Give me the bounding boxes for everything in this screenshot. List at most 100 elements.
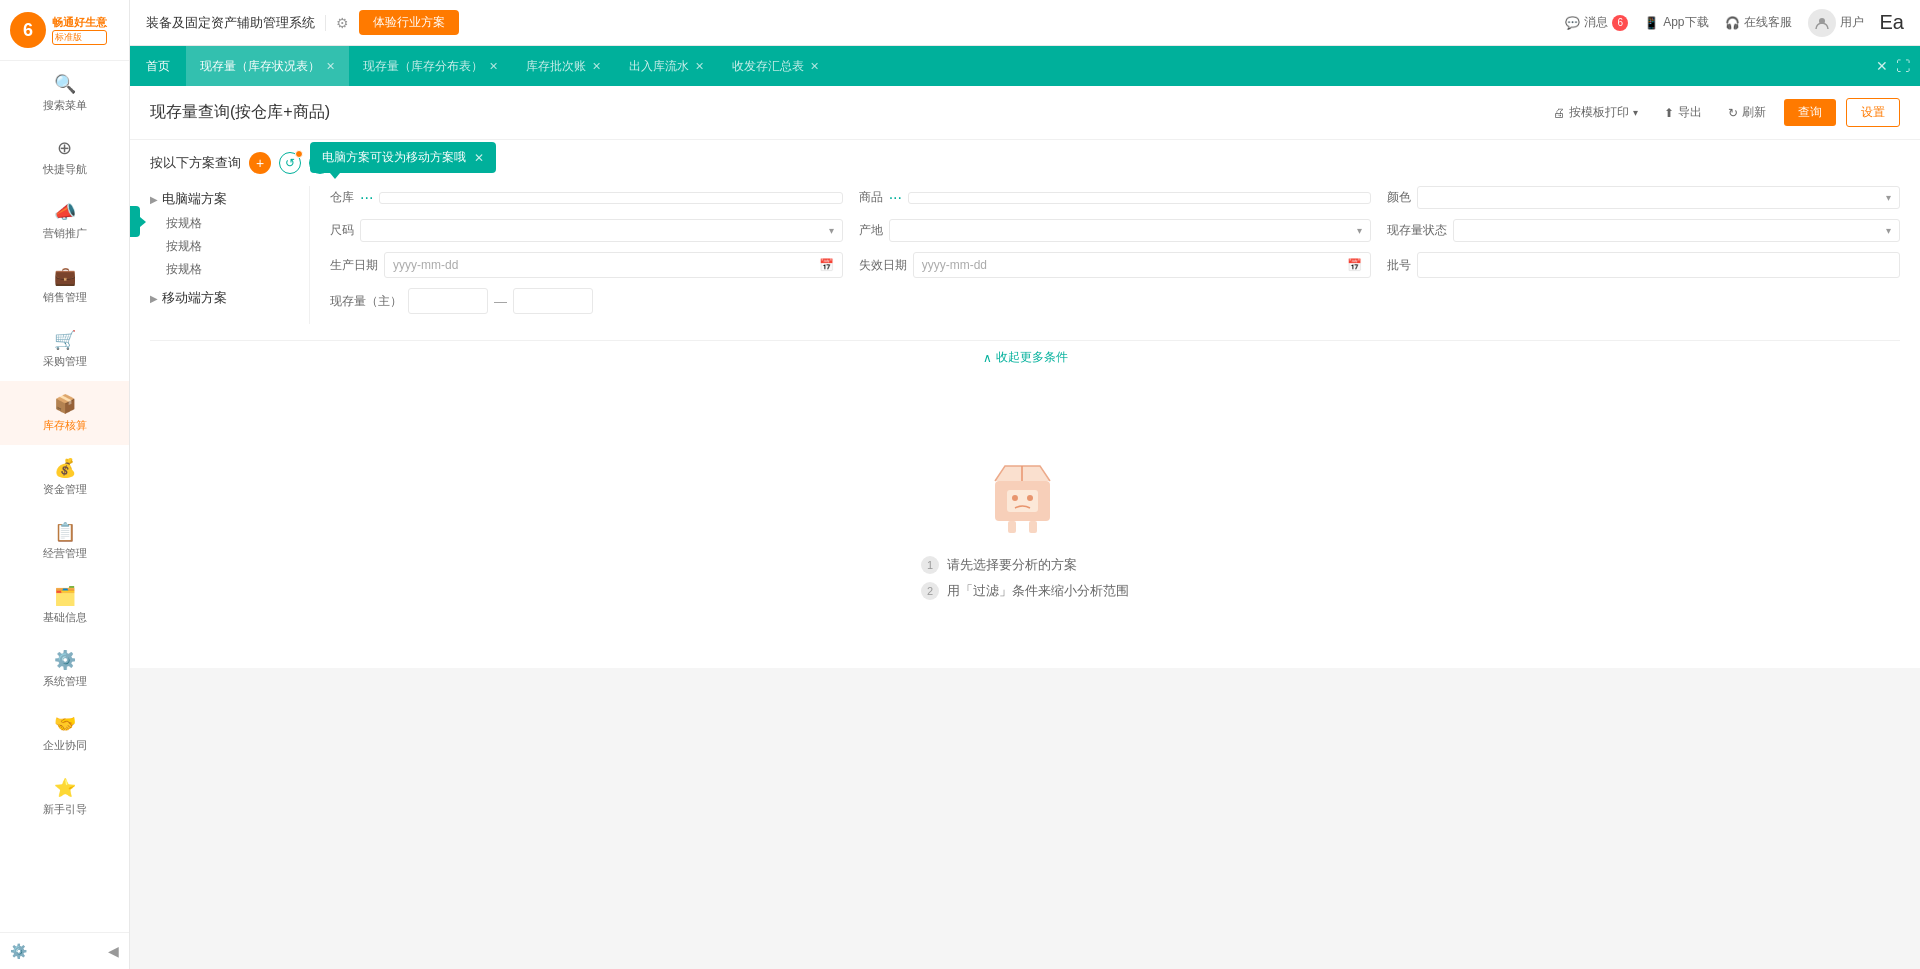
size-select-area[interactable]: ▾ [360,219,843,242]
template-print-btn[interactable]: 🖨 按模板打印 ▾ [1545,100,1646,125]
sidebar-item-basic[interactable]: 🗂️ 基础信息 [0,573,129,637]
newbie-icon: ⭐ [54,777,76,799]
sidebar-item-operations[interactable]: 📋 经营管理 [0,509,129,573]
headset-icon: 🎧 [1725,16,1740,30]
app-download-item[interactable]: 📱 App下载 [1644,14,1708,31]
refresh-btn[interactable]: ↻ 刷新 [1720,100,1774,125]
step-2-num: 2 [921,582,939,600]
sidebar-item-purchase[interactable]: 🛒 采购管理 [0,317,129,381]
online-support-item[interactable]: 🎧 在线客服 [1725,14,1792,31]
sidebar-item-sales[interactable]: 💼 销售管理 [0,253,129,317]
sidebar-item-inventory[interactable]: 📦 库存核算 [0,381,129,445]
svg-point-3 [1012,495,1018,501]
tab-close-all-icon[interactable]: ✕ [1876,58,1888,74]
print-icon: 🖨 [1553,106,1565,120]
sidebar-item-search[interactable]: 🔍 搜索菜单 [0,61,129,125]
query-btn[interactable]: 查询 [1784,99,1836,126]
settings-btn[interactable]: 设置 [1846,98,1900,127]
batch-input[interactable] [1417,252,1900,278]
stock-main-label: 现存量（主） [330,293,402,310]
tab-inventory-status[interactable]: 现存量（库存状况表） ✕ [186,46,349,86]
tab-maximize-icon[interactable]: ⛶ [1896,58,1910,74]
system-title: 装备及固定资产辅助管理系统 [146,14,315,32]
desktop-scheme-children: 按规格 按规格 按规格 [150,212,293,281]
svg-rect-5 [1008,521,1016,533]
search-icon: 🔍 [54,73,76,95]
goods-input-area[interactable] [908,192,1371,204]
page-header: 现存量查询(按仓库+商品) 🖨 按模板打印 ▾ ⬆ 导出 ↻ [130,86,1920,140]
tooltip2-arrow [140,217,146,227]
expiry-date-input[interactable]: yyyy-mm-dd 📅 [913,252,1372,278]
finance-icon: 💰 [54,457,76,479]
color-select-area[interactable]: ▾ [1417,186,1900,209]
size-label: 尺码 [330,222,354,239]
scheme-child-2[interactable]: 按规格 [166,235,293,258]
logo-area: 6 畅通好生意 标准版 [0,0,129,61]
sidebar-item-finance[interactable]: 💰 资金管理 [0,445,129,509]
scheme-child-1[interactable]: 按规格 [166,212,293,235]
filter-label: 按以下方案查询 [150,154,241,172]
empty-step-2: 2 用「过滤」条件来缩小分析范围 [921,582,1129,600]
top-header: 装备及固定资产辅助管理系统 ⚙ 体验行业方案 💬 消息 6 📱 App下载 🎧 … [130,0,1920,46]
collapse-sidebar-icon[interactable]: ◀ [108,943,119,959]
tooltip1-close[interactable]: ✕ [474,151,484,165]
content-inner: 现存量查询(按仓库+商品) 🖨 按模板打印 ▾ ⬆ 导出 ↻ [130,86,1920,668]
tab-close-inventory-status[interactable]: ✕ [326,60,335,73]
scheme-tree-panel: 这里可以创建和修改方案哦 ✕ ▶ 电脑端方案 [150,186,310,324]
tab-receivable[interactable]: 收发存汇总表 ✕ [718,46,833,86]
tab-home[interactable]: 首页 [130,46,186,86]
enterprise-icon: 🤝 [54,713,76,735]
empty-step-1: 1 请先选择要分析的方案 [921,556,1129,574]
industry-btn[interactable]: 体验行业方案 [359,10,459,35]
settings-footer-icon[interactable]: ⚙️ [10,943,27,959]
filter-row-1: 仓库 ··· 商品 ··· [330,186,1900,209]
system-icon: ⚙️ [54,649,76,671]
mobile-scheme-node[interactable]: ▶ 移动端方案 [150,285,293,311]
tab-close-receivable[interactable]: ✕ [810,60,819,73]
filter-refresh-wrapper: ↺ [279,152,301,174]
tab-batch-ledger[interactable]: 库存批次账 ✕ [512,46,615,86]
tab-bar-actions: ✕ ⛶ [1866,58,1920,74]
produce-date-field: 生产日期 yyyy-mm-dd 📅 [330,252,843,278]
stock-status-select-area[interactable]: ▾ [1453,219,1900,242]
desktop-scheme-node[interactable]: ▶ 电脑端方案 [150,186,293,212]
stock-status-field: 现存量状态 ▾ [1387,219,1900,242]
sidebar-item-newbie[interactable]: ⭐ 新手引导 [0,765,129,829]
system-settings-icon[interactable]: ⚙ [336,15,349,31]
warehouse-input-area[interactable] [379,192,842,204]
page-actions: 🖨 按模板打印 ▾ ⬆ 导出 ↻ 刷新 查询 设置 [1545,98,1900,127]
sidebar-footer: ⚙️ ◀ [0,932,129,969]
stock-main-min-input[interactable] [408,288,488,314]
sidebar: 6 畅通好生意 标准版 🔍 搜索菜单 ⊕ 快捷导航 📣 营销推广 💼 销 [0,0,130,969]
sidebar-item-enterprise[interactable]: 🤝 企业协同 [0,701,129,765]
warehouse-dots[interactable]: ··· [360,189,373,207]
sidebar-item-marketing[interactable]: 📣 营销推广 [0,189,129,253]
range-separator: — [494,294,507,309]
color-field: 颜色 ▾ [1387,186,1900,209]
collapse-bar[interactable]: ∧ 收起更多条件 [150,340,1900,374]
notice-icon: 💬 [1565,16,1580,30]
tab-close-inventory-dist[interactable]: ✕ [489,60,498,73]
tab-inout-flow[interactable]: 出入库流水 ✕ [615,46,718,86]
tab-inventory-dist[interactable]: 现存量（库存分布表） ✕ [349,46,512,86]
stock-main-max-input[interactable] [513,288,593,314]
export-btn[interactable]: ⬆ 导出 [1656,100,1710,125]
produce-date-input[interactable]: yyyy-mm-dd 📅 [384,252,843,278]
produce-date-label: 生产日期 [330,257,378,274]
avatar [1808,9,1836,37]
compass-icon: ⊕ [57,137,72,159]
origin-select-area[interactable]: ▾ [889,219,1372,242]
tab-close-batch-ledger[interactable]: ✕ [592,60,601,73]
tab-close-inout-flow[interactable]: ✕ [695,60,704,73]
sidebar-item-system[interactable]: ⚙️ 系统管理 [0,637,129,701]
notice-item[interactable]: 💬 消息 6 [1565,14,1628,31]
filter-add-btn[interactable]: + [249,152,271,174]
user-item[interactable]: 用户 [1808,9,1864,37]
sidebar-item-guide[interactable]: ⊕ 快捷导航 [0,125,129,189]
goods-label: 商品 [859,189,883,206]
expiry-calendar-icon: 📅 [1347,258,1362,272]
scheme-child-3[interactable]: 按规格 [166,258,293,281]
goods-dots[interactable]: ··· [889,189,902,207]
color-label: 颜色 [1387,189,1411,206]
logo-text: 畅通好生意 标准版 [52,15,107,45]
